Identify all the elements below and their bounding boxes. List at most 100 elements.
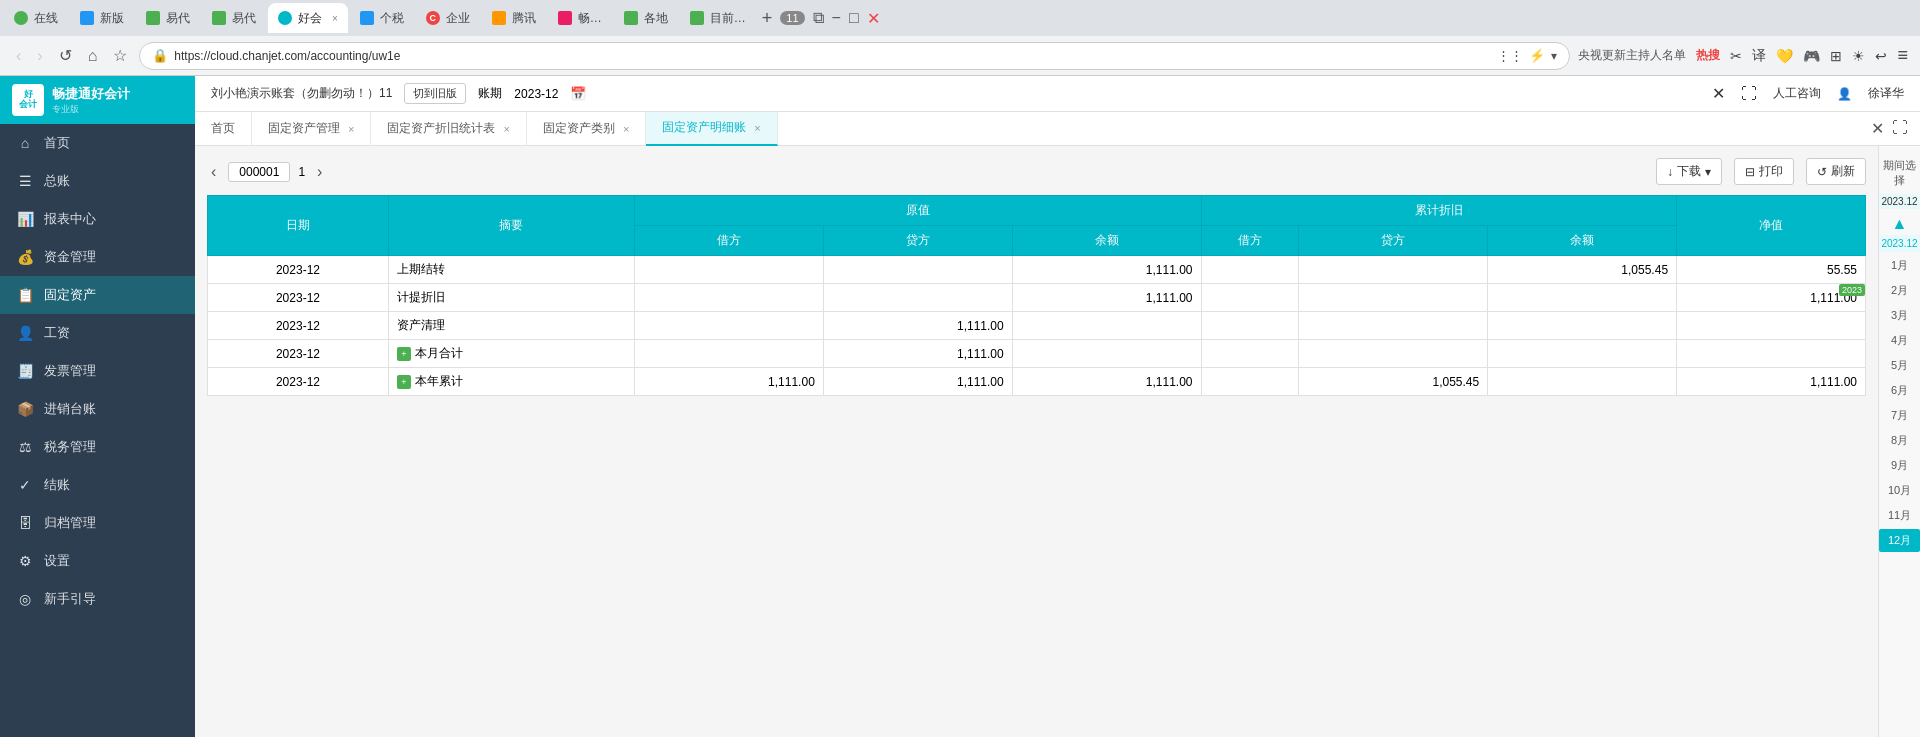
sidebar-item-reports[interactable]: 📊 报表中心 xyxy=(0,200,195,238)
bookmark-btn[interactable]: ☆ xyxy=(109,44,131,67)
print-btn[interactable]: ⊟ 打印 xyxy=(1734,158,1794,185)
browser-tab-yidai1[interactable]: 易代 xyxy=(136,3,200,33)
tab-fixed-asset-category[interactable]: 固定资产类别 × xyxy=(527,112,646,146)
cell-orig-debit xyxy=(634,312,823,340)
refresh-icon: ↺ xyxy=(1817,165,1827,179)
forward-btn[interactable]: › xyxy=(33,45,46,67)
sidebar-item-closing[interactable]: ✓ 结账 xyxy=(0,466,195,504)
period-month-m4[interactable]: 4月 xyxy=(1879,329,1920,352)
expand-icon[interactable]: ⛶ xyxy=(1741,85,1757,103)
sidebar-item-settings[interactable]: ⚙ 设置 xyxy=(0,542,195,580)
reports-nav-icon: 📊 xyxy=(16,210,34,228)
prev-page-btn[interactable]: ‹ xyxy=(207,161,220,183)
browser-tab-chang[interactable]: 畅… xyxy=(548,3,612,33)
col-orig-balance: 余额 xyxy=(1012,226,1201,256)
tab-fixed-asset-depreciation[interactable]: 固定资产折旧统计表 × xyxy=(371,112,526,146)
period-month-m1[interactable]: 1月 xyxy=(1879,254,1920,277)
sidebar-item-funds[interactable]: 💰 资金管理 xyxy=(0,238,195,276)
period-scroll-up-btn[interactable]: ▲ xyxy=(1892,215,1908,233)
url-box[interactable]: 🔒 https://cloud.chanjet.com/accounting/u… xyxy=(139,42,1570,70)
browser-tab-geshui[interactable]: 个税 xyxy=(350,3,414,33)
hot-search-icon[interactable]: 热搜 xyxy=(1696,47,1720,64)
tab-close-icon[interactable]: × xyxy=(503,123,509,135)
sidebar-item-payroll[interactable]: 👤 工资 xyxy=(0,314,195,352)
user-avatar-icon: 👤 xyxy=(1837,87,1852,101)
period-month-m5[interactable]: 5月 xyxy=(1879,354,1920,377)
tab-home[interactable]: 首页 xyxy=(195,112,252,146)
browser-tab-qiye[interactable]: C 企业 xyxy=(416,3,480,33)
switch-btn[interactable]: 切到旧版 xyxy=(404,83,466,104)
table-row: 2023-12 计提折旧 1,111.00 1,111.00 2023 xyxy=(208,284,1866,312)
undo-icon[interactable]: ↩ xyxy=(1875,48,1887,64)
period-month-m2[interactable]: 2月 xyxy=(1879,279,1920,302)
period-month-2023-12-selected[interactable]: 2023.12 xyxy=(1879,235,1920,252)
sidebar-item-guide[interactable]: ◎ 新手引导 xyxy=(0,580,195,618)
sidebar-item-label: 总账 xyxy=(44,172,70,190)
archive-nav-icon: 🗄 xyxy=(16,514,34,532)
browser-tab-new[interactable]: 新版 xyxy=(70,3,134,33)
period-month-m8[interactable]: 8月 xyxy=(1879,429,1920,452)
next-page-btn[interactable]: › xyxy=(313,161,326,183)
browser-tab-yidai2[interactable]: 易代 xyxy=(202,3,266,33)
sidebar-item-inventory[interactable]: 📦 进销台账 xyxy=(0,390,195,428)
calendar-icon[interactable]: 📅 xyxy=(570,86,586,101)
translate-icon[interactable]: 译 xyxy=(1752,47,1766,65)
maximize-icon[interactable]: □ xyxy=(849,9,859,27)
sidebar-item-archive[interactable]: 🗄 归档管理 xyxy=(0,504,195,542)
tab-close-icon[interactable]: × xyxy=(623,123,629,135)
period-month-m7[interactable]: 7月 xyxy=(1879,404,1920,427)
menu-icon[interactable]: ≡ xyxy=(1897,45,1908,66)
tab-close-icon[interactable]: × xyxy=(332,13,338,24)
wallet-icon[interactable]: 💛 xyxy=(1776,48,1793,64)
period-month-m6[interactable]: 6月 xyxy=(1879,379,1920,402)
tab-fixed-asset-mgmt[interactable]: 固定资产管理 × xyxy=(252,112,371,146)
col-summary: 摘要 xyxy=(388,196,634,256)
tab-close-icon[interactable]: × xyxy=(754,122,760,134)
col-net-value: 净值 xyxy=(1677,196,1866,256)
back-btn[interactable]: ‹ xyxy=(12,45,25,67)
brightness-icon[interactable]: ☀ xyxy=(1852,48,1865,64)
sidebar-item-fixed-assets[interactable]: 📋 固定资产 xyxy=(0,276,195,314)
browser-tab-gedi[interactable]: 各地 xyxy=(614,3,678,33)
sidebar-item-tax[interactable]: ⚖ 税务管理 xyxy=(0,428,195,466)
period-month-m9[interactable]: 9月 xyxy=(1879,454,1920,477)
sidebar-item-invoice[interactable]: 🧾 发票管理 xyxy=(0,352,195,390)
browser-tab-online[interactable]: 在线 xyxy=(4,3,68,33)
home-btn[interactable]: ⌂ xyxy=(84,45,102,67)
download-btn[interactable]: ↓ 下载 ▾ xyxy=(1656,158,1722,185)
col-date: 日期 xyxy=(208,196,389,256)
refresh-btn[interactable]: ↺ 刷新 xyxy=(1806,158,1866,185)
col-dep-debit: 借方 xyxy=(1201,226,1299,256)
period-month-m11[interactable]: 11月 xyxy=(1879,504,1920,527)
reload-btn[interactable]: ↺ xyxy=(55,44,76,67)
tabs-expand-icon[interactable]: ⛶ xyxy=(1892,119,1908,138)
grid-icon[interactable]: ⊞ xyxy=(1830,48,1842,64)
lightning-icon[interactable]: ⚡ xyxy=(1529,48,1545,63)
download-dropdown-icon[interactable]: ▾ xyxy=(1705,165,1711,179)
dropdown-icon[interactable]: ▾ xyxy=(1551,49,1557,63)
cell-orig-debit: 1,111.00 xyxy=(634,368,823,396)
consult-btn[interactable]: 人工咨询 xyxy=(1773,85,1821,102)
tab-close-icon[interactable]: × xyxy=(348,123,354,135)
print-label: 打印 xyxy=(1759,163,1783,180)
period-month-m3[interactable]: 3月 xyxy=(1879,304,1920,327)
period-month-m10[interactable]: 10月 xyxy=(1879,479,1920,502)
inventory-nav-icon: 📦 xyxy=(16,400,34,418)
browser-tab-mubiao[interactable]: 目前… xyxy=(680,3,756,33)
browser-tab-haohao[interactable]: 好会 × xyxy=(268,3,348,33)
sidebar-item-home[interactable]: ⌂ 首页 xyxy=(0,124,195,162)
game-icon[interactable]: 🎮 xyxy=(1803,48,1820,64)
restore-window-icon[interactable]: ⧉ xyxy=(813,9,824,27)
scissors-icon[interactable]: ✂ xyxy=(1730,48,1742,64)
browser-tab-tengxun[interactable]: 腾讯 xyxy=(482,3,546,33)
tabs-close-all-icon[interactable]: ✕ xyxy=(1871,119,1884,138)
minimize-icon[interactable]: − xyxy=(832,9,841,27)
period-month-m12[interactable]: 12月 xyxy=(1879,529,1920,552)
share-icon[interactable]: ⋮⋮ xyxy=(1497,48,1523,63)
close-window-icon[interactable]: ✕ xyxy=(867,9,880,28)
tab-fixed-asset-ledger[interactable]: 固定资产明细账 × xyxy=(646,112,777,146)
new-tab-icon[interactable]: + xyxy=(762,8,773,29)
full-screen-close-icon[interactable]: ✕ xyxy=(1712,84,1725,103)
sidebar-item-general-ledger[interactable]: ☰ 总账 xyxy=(0,162,195,200)
col-dep-balance: 余额 xyxy=(1488,226,1677,256)
